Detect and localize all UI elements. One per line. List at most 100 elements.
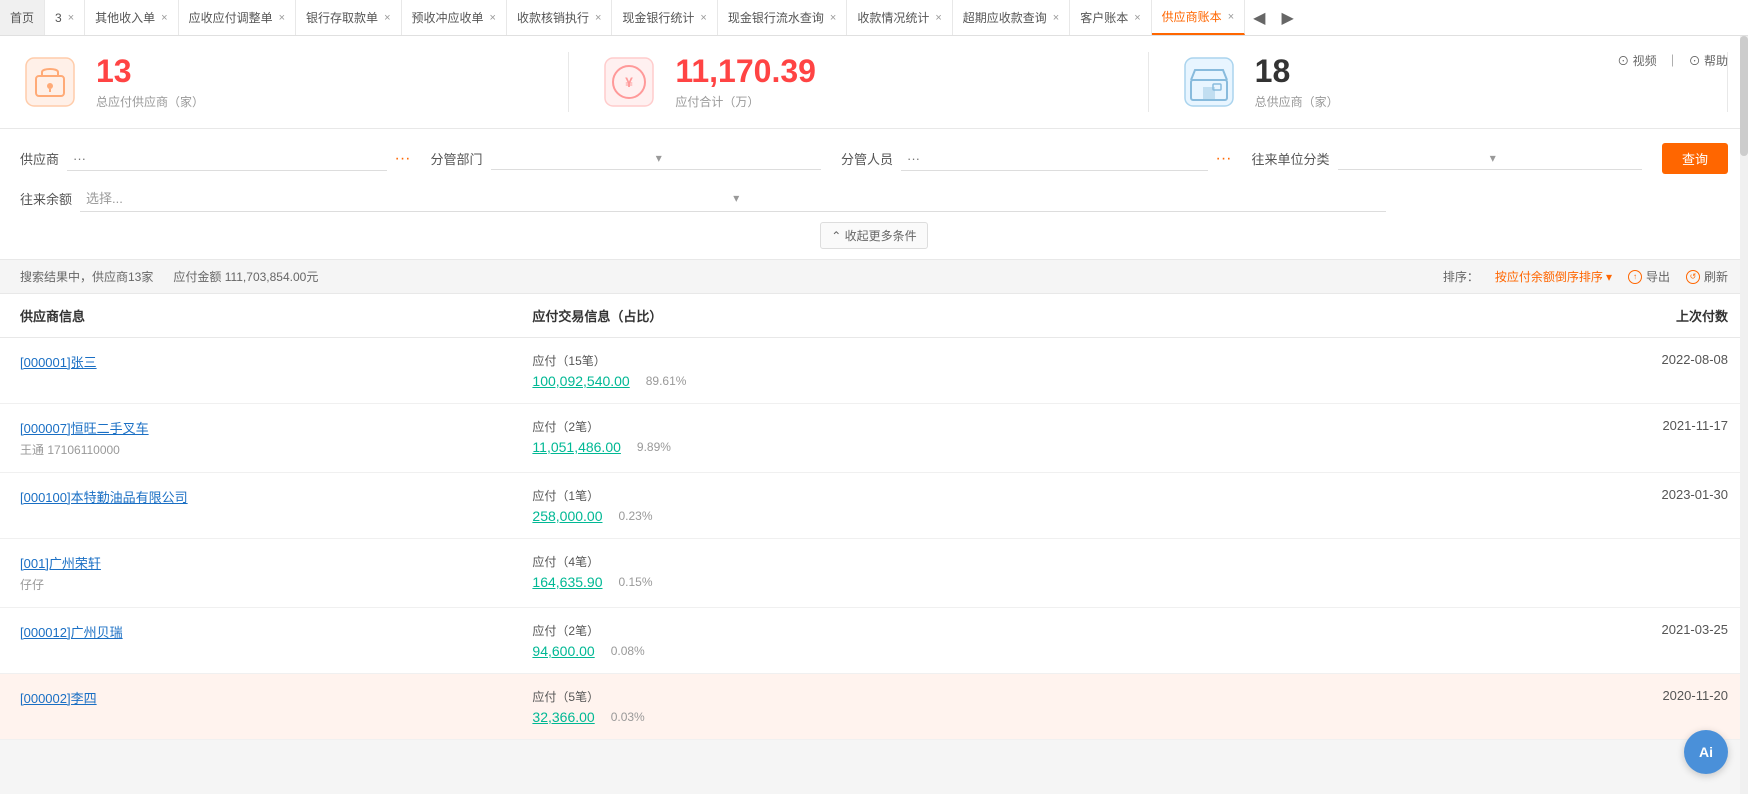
nav-prev-arrow[interactable]: ◀ <box>1245 0 1273 35</box>
table-row[interactable]: [000007]恒旺二手叉车 王通 17106110000 应付（2笔） 11,… <box>0 404 1748 473</box>
table-row[interactable]: [000001]张三 应付（15笔） 100,092,540.00 89.61%… <box>0 338 1748 404</box>
trans-amount-link[interactable]: 32,366.00 <box>532 709 594 725</box>
video-link[interactable]: ⊙ 视频 <box>1617 52 1656 69</box>
scrollbar[interactable] <box>1740 36 1748 794</box>
balance-select[interactable]: 选择... ▾ <box>80 184 1386 212</box>
close-tab-overdue[interactable]: × <box>1053 12 1059 24</box>
payable-suppliers-icon <box>20 52 80 112</box>
nav-tab-other-income[interactable]: 其他收入单 × <box>85 0 178 35</box>
refresh-button[interactable]: ↺ 刷新 <box>1686 268 1728 285</box>
person-input[interactable] <box>901 147 1208 171</box>
nav-tab-adjustment[interactable]: 应收应付调整单 × <box>179 0 296 35</box>
supplier-name-link[interactable]: [000012]广州贝瑞 <box>20 622 532 641</box>
collapse-filter-button[interactable]: ⌃ 收起更多条件 <box>820 222 927 249</box>
row-lastpay: 2021-11-17 <box>1386 418 1728 458</box>
nav-tab-prepay[interactable]: 预收冲应收单 × <box>402 0 507 35</box>
trans-amount-link[interactable]: 94,600.00 <box>532 643 594 659</box>
supplier-name-link[interactable]: [000002]李四 <box>20 688 532 707</box>
table-row[interactable]: [001]广州荣轩 仔仔 应付（4笔） 164,635.90 0.15% <box>0 539 1748 608</box>
trans-amount-link[interactable]: 11,051,486.00 <box>532 439 621 455</box>
total-suppliers-number: 18 <box>1255 54 1339 89</box>
supplier-name-link[interactable]: [000001]张三 <box>20 352 532 371</box>
summary-top-right: ⊙ 视频 ｜ ⊙ 帮助 <box>1617 52 1728 69</box>
dept-select-arrow: ▾ <box>656 151 815 165</box>
trans-percent: 89.61% <box>646 374 687 388</box>
close-tab-collection-stat[interactable]: × <box>935 12 941 24</box>
row-lastpay: 2023-01-30 <box>1386 487 1728 524</box>
nav-tab-collection-stat[interactable]: 收款情况统计 × <box>847 0 952 35</box>
close-tab-supplier-book[interactable]: × <box>1228 11 1234 23</box>
nav-tab-cash-flow[interactable]: 现金银行流水查询 × <box>718 0 847 35</box>
total-suppliers-icon <box>1179 52 1239 112</box>
nav-tab-supplier-book-label: 供应商账本 <box>1162 8 1222 25</box>
nav-tab-other-income-label: 其他收入单 <box>95 9 155 26</box>
close-tab-other-income[interactable]: × <box>161 12 167 24</box>
nav-tab-bank-deposit-label: 银行存取款单 <box>306 9 378 26</box>
ai-assistant-button[interactable]: Ai <box>1684 730 1728 774</box>
nav-tab-bank-deposit[interactable]: 银行存取款单 × <box>296 0 401 35</box>
summary-card-payable-amount: ¥ 11,170.39 应付合计（万） <box>599 52 1148 112</box>
sort-select[interactable]: 按应付余额倒序排序 ▾ <box>1495 268 1612 285</box>
filter-dept-label: 分管部门 <box>431 149 483 168</box>
close-tab-collection[interactable]: × <box>595 12 601 24</box>
row-supplier-info: [001]广州荣轩 仔仔 <box>20 553 532 593</box>
supplier-name-link[interactable]: [000007]恒旺二手叉车 <box>20 418 532 437</box>
row-supplier-info: [000001]张三 <box>20 352 532 389</box>
trans-percent: 0.03% <box>611 710 645 724</box>
result-summary-text: 搜索结果中，供应商13家 <box>20 268 153 285</box>
trans-label: 应付（2笔） <box>532 622 1386 639</box>
filter-supplier-label: 供应商 <box>20 149 59 168</box>
row-lastpay: 2022-08-08 <box>1386 352 1728 389</box>
row-supplier-info: [000012]广州贝瑞 <box>20 622 532 659</box>
close-tab-bank-deposit[interactable]: × <box>384 12 390 24</box>
supplier-name-link[interactable]: [000100]本特勤油品有限公司 <box>20 487 532 506</box>
row-supplier-info: [000002]李四 <box>20 688 532 725</box>
close-tab-adjustment[interactable]: × <box>279 12 285 24</box>
row-transaction-info: 应付（4笔） 164,635.90 0.15% <box>532 553 1386 593</box>
nav-next-arrow[interactable]: ▶ <box>1273 0 1301 35</box>
category-select[interactable]: ▾ <box>1338 147 1642 170</box>
supplier-contact: 仔仔 <box>20 576 532 593</box>
dept-select[interactable]: ▾ <box>491 147 821 170</box>
trans-amount-link[interactable]: 100,092,540.00 <box>532 373 629 389</box>
nav-tab-home[interactable]: 首页 <box>0 0 45 35</box>
refresh-icon: ↺ <box>1686 270 1700 284</box>
supplier-name-link[interactable]: [001]广州荣轩 <box>20 553 532 572</box>
summary-card-payable-suppliers: 13 总应付供应商（家） <box>20 52 569 112</box>
close-tab-cash-stat[interactable]: × <box>700 12 706 24</box>
nav-tab-overdue[interactable]: 超期应收款查询 × <box>953 0 1070 35</box>
nav-tab-collection-label: 收款核销执行 <box>517 9 589 26</box>
supplier-input[interactable] <box>67 147 387 171</box>
table-row[interactable]: [000012]广州贝瑞 应付（2笔） 94,600.00 0.08% 2021… <box>0 608 1748 674</box>
close-tab-3[interactable]: × <box>68 12 74 24</box>
header-supplier: 供应商信息 <box>20 306 532 325</box>
trans-amount-link[interactable]: 258,000.00 <box>532 508 602 524</box>
row-transaction-info: 应付（5笔） 32,366.00 0.03% <box>532 688 1386 725</box>
nav-tab-customer-book[interactable]: 客户账本 × <box>1070 0 1151 35</box>
category-select-arrow: ▾ <box>1490 151 1636 165</box>
help-link[interactable]: ⊙ 帮助 <box>1689 52 1728 69</box>
nav-tab-cash-stat[interactable]: 现金银行统计 × <box>612 0 717 35</box>
supplier-dots-button[interactable]: ··· <box>395 150 411 168</box>
table-row[interactable]: [000002]李四 应付（5笔） 32,366.00 0.03% 2020-1… <box>0 674 1748 740</box>
filter-balance: 往来余额 选择... ▾ <box>20 184 1386 212</box>
table-row[interactable]: [000100]本特勤油品有限公司 应付（1笔） 258,000.00 0.23… <box>0 473 1748 539</box>
payable-suppliers-label: 总应付供应商（家） <box>96 93 204 110</box>
close-tab-customer-book[interactable]: × <box>1134 12 1140 24</box>
trans-label: 应付（5笔） <box>532 688 1386 705</box>
filter-row-1: 供应商 ··· 分管部门 ▾ 分管人员 ··· 往来单位分类 ▾ 查询 <box>20 143 1728 174</box>
close-tab-prepay[interactable]: × <box>490 12 496 24</box>
export-button[interactable]: ↑ 导出 <box>1628 268 1670 285</box>
header-lastpay: 上次付数 <box>1386 306 1728 325</box>
trans-amount-link[interactable]: 164,635.90 <box>532 574 602 590</box>
close-tab-cash-flow[interactable]: × <box>830 12 836 24</box>
scrollbar-thumb[interactable] <box>1740 36 1748 156</box>
top-navigation: 首页 3 × 其他收入单 × 应收应付调整单 × 银行存取款单 × 预收冲应收单… <box>0 0 1748 36</box>
nav-tab-3[interactable]: 3 × <box>45 0 85 35</box>
total-suppliers-label: 总供应商（家） <box>1255 93 1339 110</box>
nav-tab-collection[interactable]: 收款核销执行 × <box>507 0 612 35</box>
nav-tab-supplier-book[interactable]: 供应商账本 × <box>1152 0 1245 35</box>
query-button[interactable]: 查询 <box>1662 143 1728 174</box>
person-dots-button[interactable]: ··· <box>1216 150 1232 168</box>
row-lastpay: 2020-11-20 <box>1386 688 1728 725</box>
